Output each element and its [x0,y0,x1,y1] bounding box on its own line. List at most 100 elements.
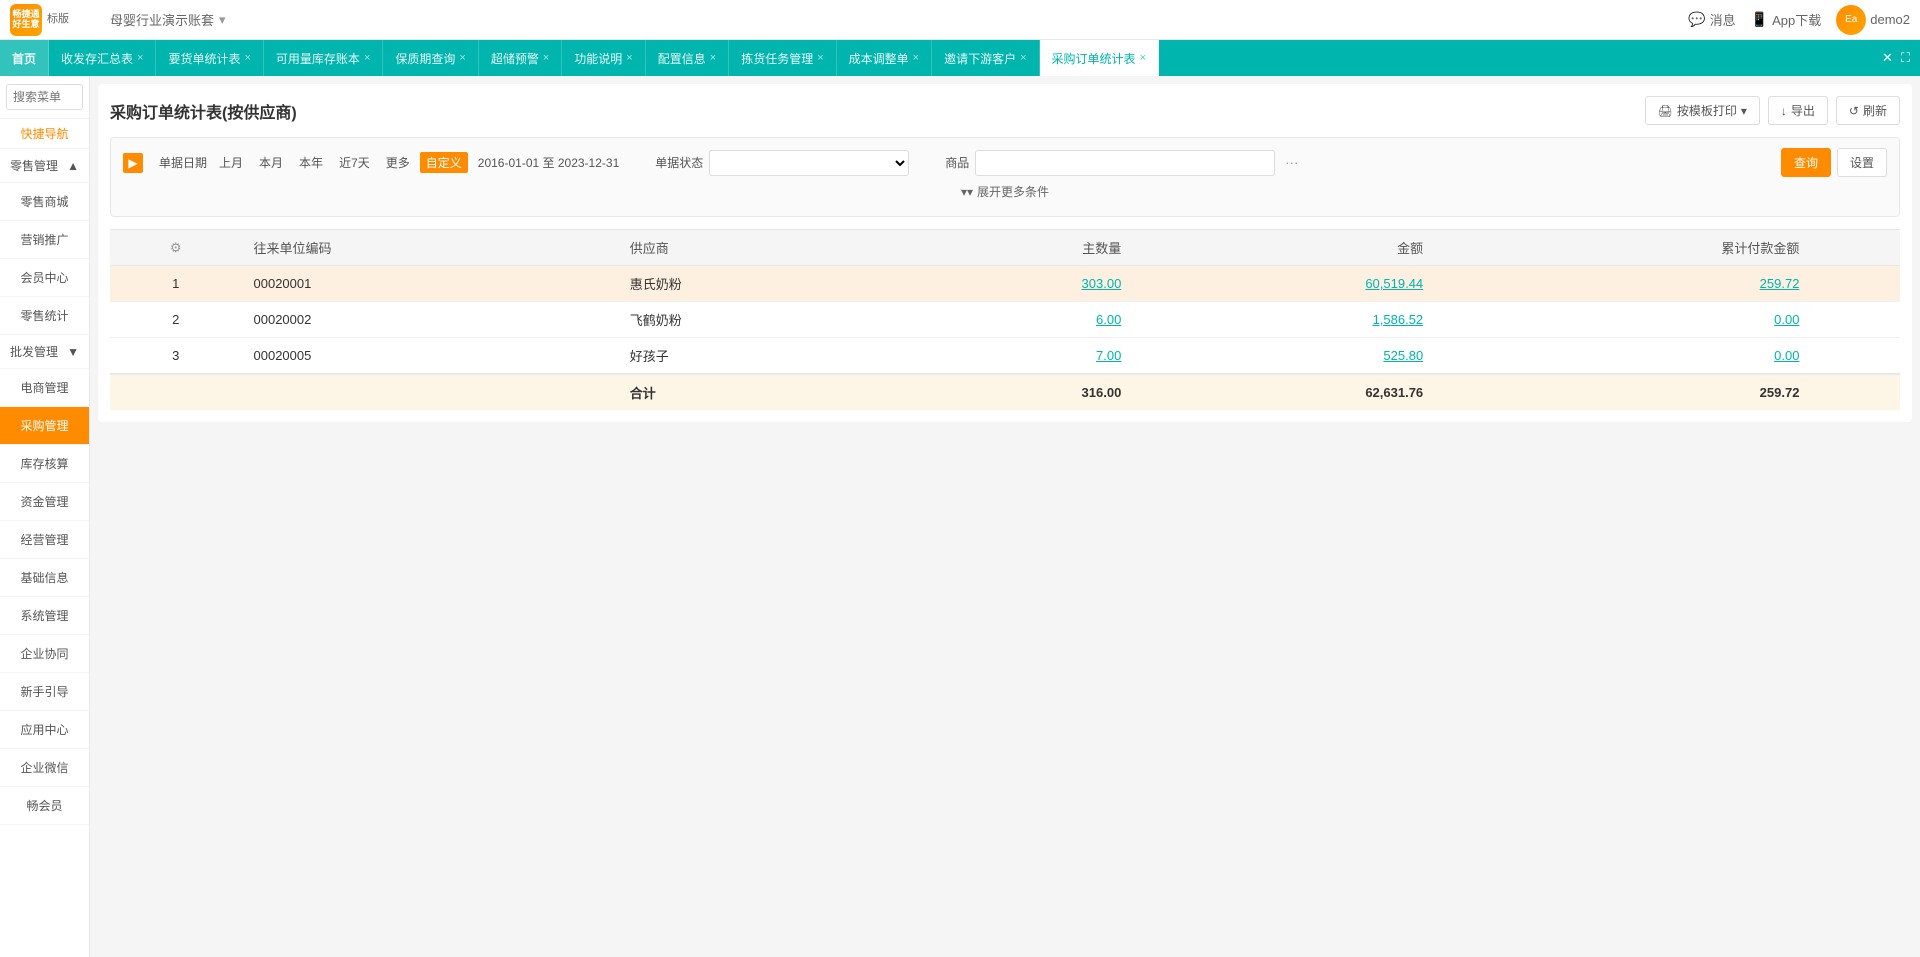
tab-warranty[interactable]: 保质期查询 × [383,40,478,76]
col-unit-code-label: 往来单位编码 [254,241,332,256]
date-opt-more[interactable]: 更多 [380,152,416,173]
row-extra [1811,302,1900,338]
status-select[interactable] [709,150,909,176]
message-icon: 💬 [1688,11,1705,28]
tab-home[interactable]: 首页 [0,40,49,76]
operation-label: 经营管理 [20,531,68,548]
sidebar-item-member[interactable]: 会员中心 [0,259,89,297]
tab-close-icon[interactable]: × [543,52,549,64]
tab-label: 拣货任务管理 [741,50,813,67]
tab-close-icon[interactable]: × [364,52,370,64]
tab-close-icon[interactable]: × [244,52,250,64]
tab-label: 邀请下游客户 [944,50,1016,67]
sidebar-item-member2[interactable]: 畅会员 [0,787,89,825]
maximize-icon[interactable]: ⛶ [1901,50,1910,66]
col-paid: 累计付款金额 [1435,230,1811,266]
date-opt-this-month[interactable]: 本月 [253,152,289,173]
cooperation-label: 企业协同 [20,645,68,662]
sidebar-item-new-guide[interactable]: 新手引导 [0,673,89,711]
filter-expand-toggle[interactable]: ▶ [123,153,143,173]
goods-input[interactable] [975,150,1275,176]
row-index: 1 [110,266,242,302]
app-download-button[interactable]: 📱 App下载 [1751,10,1822,29]
settings-button[interactable]: 设置 [1837,148,1887,177]
date-custom-tag[interactable]: 自定义 [420,152,468,173]
workspace-selector[interactable]: 母婴行业演示账套 ▾ [110,10,310,29]
table-footer-row: 合计 316.00 62,631.76 259.72 [110,374,1900,410]
sidebar-item-ecommerce[interactable]: 电商管理 [0,369,89,407]
tab-close-icon[interactable]: × [1140,52,1146,64]
messages-button[interactable]: 💬 消息 [1688,10,1735,29]
close-window-icon[interactable]: ✕ [1882,50,1893,66]
row-qty: 7.00 [898,338,1133,375]
sidebar-item-purchase[interactable]: 采购管理 [0,407,89,445]
goods-more-icon[interactable]: ··· [1285,155,1298,170]
tab-available-stock[interactable]: 可用量库存账本 × [264,40,383,76]
tab-close-icon[interactable]: × [137,52,143,64]
sidebar-item-shortcut[interactable]: 快捷导航 [0,119,89,149]
settings-gear-icon[interactable]: ⚙ [170,240,182,255]
nav-tab-end: ✕ ⛶ [1872,50,1920,66]
query-button[interactable]: 查询 [1781,148,1831,177]
sidebar-item-marketing[interactable]: 营销推广 [0,221,89,259]
date-opt-this-year[interactable]: 本年 [293,152,329,173]
tab-close-icon[interactable]: × [913,52,919,64]
expand-more-button[interactable]: ▾▾ 展开更多条件 [123,177,1887,206]
tab-pick-task[interactable]: 拣货任务管理 × [729,40,836,76]
tab-label: 保质期查询 [395,50,455,67]
row-extra [1811,338,1900,375]
sidebar-item-enterprise-wechat[interactable]: 企业微信 [0,749,89,787]
tab-receive-summary[interactable]: 收发存汇总表 × [49,40,156,76]
row-supplier: 好孩子 [618,338,898,375]
filter-date: 单据日期 上月 本月 本年 近7天 更多 自定义 2016-01-01 至 [159,152,619,173]
date-label: 单据日期 [159,154,207,171]
search-input[interactable] [6,84,83,110]
table-row[interactable]: 2 00020002 飞鹤奶粉 6.00 1,586.52 0.00 [110,302,1900,338]
page-title: 采购订单统计表(按供应商) [110,99,297,123]
retail-stats-label: 零售统计 [20,307,68,324]
row-index: 3 [110,338,242,375]
tab-close-icon[interactable]: × [1020,52,1026,64]
table-row[interactable]: 3 00020005 好孩子 7.00 525.80 0.00 [110,338,1900,375]
date-opt-7days[interactable]: 近7天 [333,152,376,173]
sidebar-item-cooperation[interactable]: 企业协同 [0,635,89,673]
logo-area: 畅捷通好生意 标版 [10,4,100,36]
tab-order-summary[interactable]: 要货单统计表 × [156,40,263,76]
tab-purchase-summary[interactable]: 采购订单统计表 × [1040,40,1159,76]
sidebar-section-wholesale[interactable]: 批发管理 ▼ [0,335,89,369]
sidebar-item-retail-stats[interactable]: 零售统计 [0,297,89,335]
workspace-dropdown-icon[interactable]: ▾ [219,12,226,28]
user-profile[interactable]: Ea demo2 [1836,5,1910,35]
tab-close-icon[interactable]: × [459,52,465,64]
sidebar-item-basic-info[interactable]: 基础信息 [0,559,89,597]
table-header-row: ⚙ 往来单位编码 供应商 主数量 [110,230,1900,266]
row-unit-code: 00020005 [242,338,618,375]
tab-overstock[interactable]: 超储预警 × [479,40,562,76]
tab-invite[interactable]: 邀请下游客户 × [932,40,1039,76]
export-button[interactable]: ↓ 导出 [1768,96,1828,125]
sidebar-item-app-center[interactable]: 应用中心 [0,711,89,749]
sidebar-item-finance[interactable]: 资金管理 [0,483,89,521]
sidebar-item-retail-shop[interactable]: 零售商城 [0,183,89,221]
refresh-button[interactable]: ↺ 刷新 [1836,96,1900,125]
tab-cost-adjust[interactable]: 成本调整单 × [837,40,932,76]
sidebar-section-retail[interactable]: 零售管理 ▲ [0,149,89,183]
print-button[interactable]: 🖨 按模板打印 ▾ [1645,96,1760,125]
date-opt-last-month[interactable]: 上月 [213,152,249,173]
filter-status: 单据状态 [655,150,909,176]
sidebar-item-operation[interactable]: 经营管理 [0,521,89,559]
table-row[interactable]: 1 00020001 惠氏奶粉 303.00 60,519.44 259.72 [110,266,1900,302]
refresh-icon: ↺ [1849,104,1859,118]
row-index: 2 [110,302,242,338]
tab-close-icon[interactable]: × [817,52,823,64]
tab-close-icon[interactable]: × [710,52,716,64]
messages-label: 消息 [1710,10,1736,29]
row-paid: 259.72 [1435,266,1811,302]
tab-close-icon[interactable]: × [626,52,632,64]
sidebar-item-system[interactable]: 系统管理 [0,597,89,635]
sidebar: 快捷导航 零售管理 ▲ 零售商城 营销推广 会员中心 零售统计 批发管理 ▼ 电… [0,76,90,957]
sidebar-item-inventory[interactable]: 库存核算 [0,445,89,483]
tab-function-desc[interactable]: 功能说明 × [562,40,645,76]
footer-label: 合计 [618,374,898,410]
tab-config[interactable]: 配置信息 × [646,40,729,76]
